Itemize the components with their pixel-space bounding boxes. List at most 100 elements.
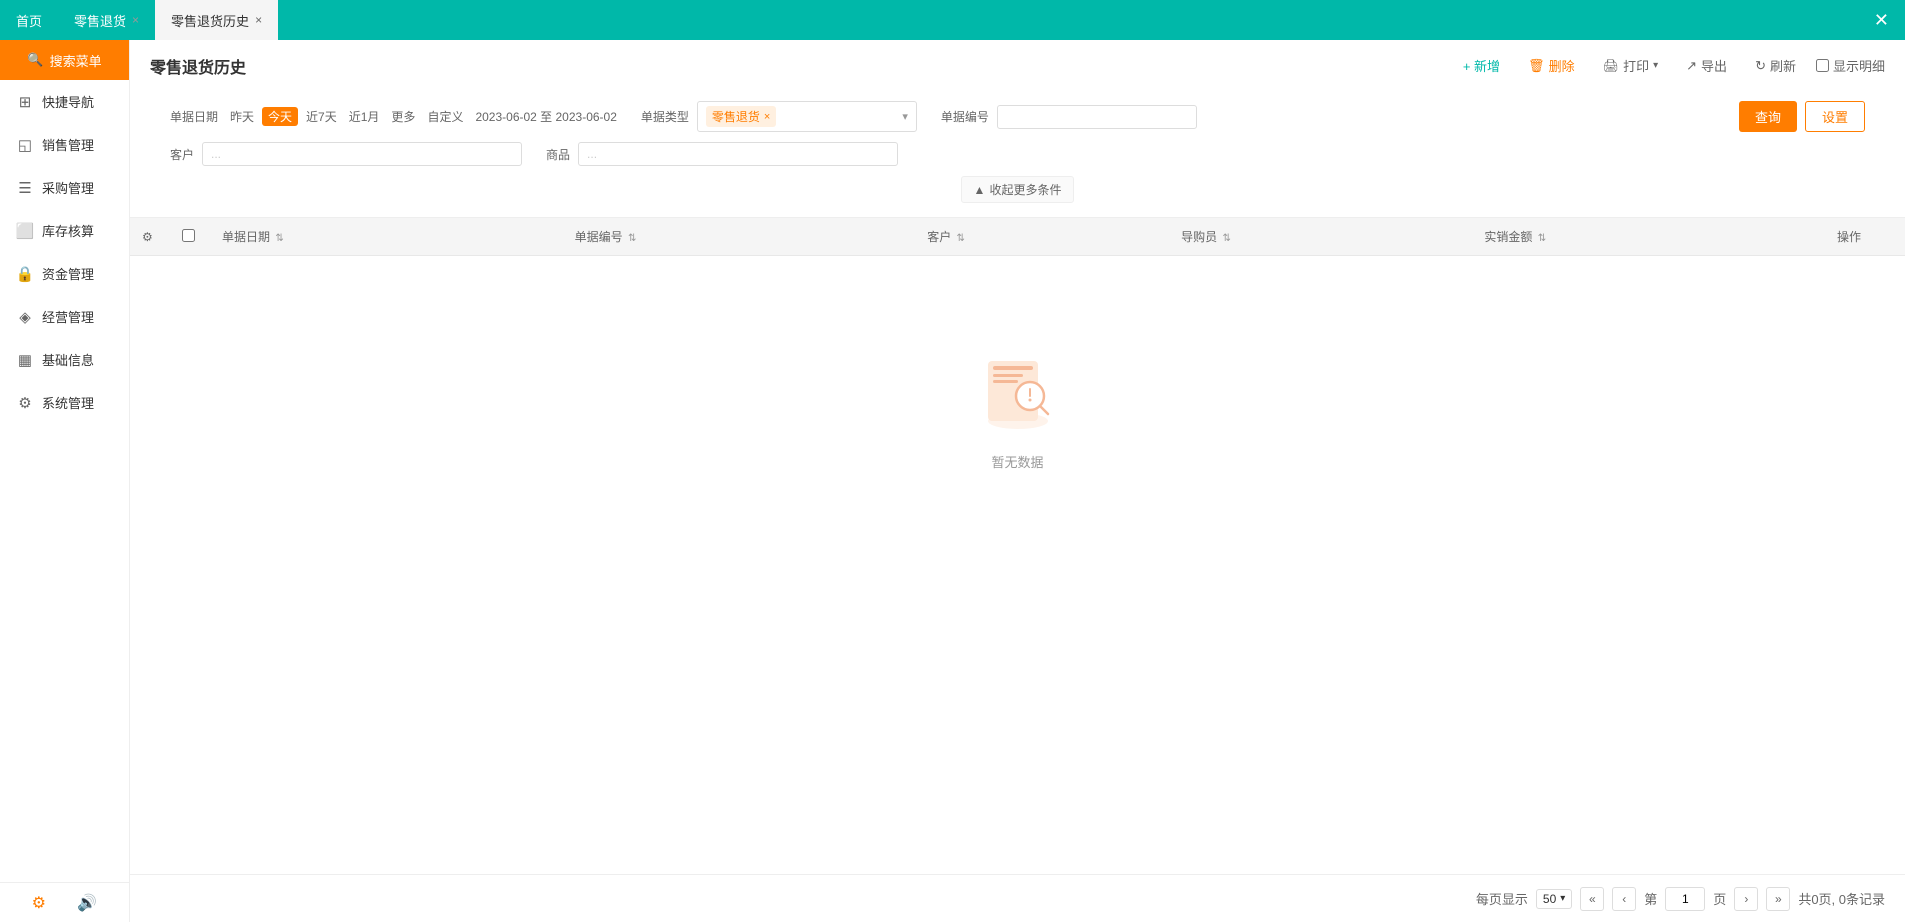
sidebar-item-label-inventory: 库存核算 bbox=[42, 221, 94, 240]
tab-retail-return[interactable]: 零售退货 × bbox=[58, 0, 155, 40]
tab-home-label: 首页 bbox=[16, 11, 42, 30]
page-size-value: 50 bbox=[1543, 892, 1556, 906]
empty-state: 暂无数据 bbox=[130, 256, 1905, 551]
goods-placeholder: ... bbox=[587, 147, 597, 161]
quick-nav-icon: ⊞ bbox=[16, 93, 34, 111]
th-amount[interactable]: 实销金额 ⇅ bbox=[1472, 218, 1825, 256]
empty-state-text: 暂无数据 bbox=[991, 452, 1043, 471]
collapse-icon: ▲ bbox=[974, 183, 986, 197]
th-amount-label: 实销金额 bbox=[1484, 230, 1532, 244]
sidebar-item-purchase[interactable]: ☰ 采购管理 bbox=[0, 166, 129, 209]
sort-doc-date-icon: ⇅ bbox=[275, 233, 283, 244]
sidebar-item-sales[interactable]: ◱ 销售管理 bbox=[0, 123, 129, 166]
th-checkbox[interactable] bbox=[170, 218, 210, 256]
prev-page-button[interactable]: ‹ bbox=[1612, 887, 1636, 911]
sidebar-item-operations[interactable]: ◈ 经营管理 bbox=[0, 295, 129, 338]
filter-actions-row: ▲ 收起更多条件 bbox=[170, 176, 1865, 203]
tab-home[interactable]: 首页 bbox=[0, 0, 58, 40]
window-close-button[interactable]: ✕ bbox=[1858, 0, 1905, 40]
shortcut-last7[interactable]: 近7天 bbox=[302, 107, 341, 126]
sidebar-item-label-purchase: 采购管理 bbox=[42, 178, 94, 197]
th-customer-label: 客户 bbox=[927, 230, 951, 244]
refresh-icon: ↻ bbox=[1755, 58, 1766, 74]
shortcut-yesterday[interactable]: 昨天 bbox=[226, 107, 258, 126]
delete-button[interactable]: 🗑 删除 bbox=[1520, 52, 1583, 79]
show-detail-label: 显示明细 bbox=[1833, 56, 1885, 75]
page-number-input[interactable] bbox=[1665, 887, 1705, 911]
th-guide-label: 导购员 bbox=[1181, 230, 1217, 244]
doc-type-tag-value: 零售退货 bbox=[712, 108, 760, 125]
new-button[interactable]: + 新增 bbox=[1455, 52, 1508, 79]
delete-icon: 🗑 bbox=[1528, 58, 1545, 74]
prev-page-icon: ‹ bbox=[1622, 892, 1626, 906]
refresh-button[interactable]: ↻ 刷新 bbox=[1747, 52, 1804, 79]
sidebar-item-basic-info[interactable]: ▦ 基础信息 bbox=[0, 338, 129, 381]
table-settings-icon[interactable]: ⚙ bbox=[142, 230, 153, 244]
doc-type-chevron-icon: ▾ bbox=[902, 110, 908, 123]
sidebar-search[interactable]: 🔍 搜索菜单 bbox=[0, 40, 129, 80]
th-doc-date[interactable]: 单据日期 ⇅ bbox=[210, 218, 563, 256]
main-layout: 🔍 搜索菜单 ⊞ 快捷导航 ◱ 销售管理 ☰ 采购管理 ⬜ 库存核算 🔒 资金 bbox=[0, 40, 1905, 922]
sidebar-item-inventory[interactable]: ⬜ 库存核算 bbox=[0, 209, 129, 252]
goods-select[interactable]: ... bbox=[578, 142, 898, 166]
customer-select[interactable]: ... bbox=[202, 142, 522, 166]
export-button[interactable]: ↗ 导出 bbox=[1678, 52, 1735, 79]
page-title-row: 零售退货历史 + 新增 🗑 删除 🖨 打印 ▾ ↗ bbox=[150, 52, 1885, 79]
setting-button[interactable]: 设置 bbox=[1805, 101, 1865, 132]
page-size-label: 每页显示 bbox=[1476, 889, 1528, 908]
th-doc-no[interactable]: 单据编号 ⇅ bbox=[563, 218, 916, 256]
tab-retail-return-history[interactable]: 零售退货历史 × bbox=[155, 0, 278, 40]
select-all-checkbox[interactable] bbox=[182, 229, 195, 242]
go-to-label: 第 bbox=[1644, 889, 1657, 908]
shortcut-today[interactable]: 今天 bbox=[262, 107, 298, 126]
doc-type-tag-close[interactable]: × bbox=[764, 111, 770, 123]
th-customer[interactable]: 客户 ⇅ bbox=[915, 218, 1169, 256]
tab-retail-return-history-close[interactable]: × bbox=[255, 13, 262, 27]
sidebar-item-label-basic-info: 基础信息 bbox=[42, 350, 94, 369]
shortcut-custom[interactable]: 自定义 bbox=[423, 107, 467, 126]
page-size-select[interactable]: 50 ▾ bbox=[1536, 889, 1572, 909]
query-button[interactable]: 查询 bbox=[1739, 101, 1797, 132]
sidebar-item-system[interactable]: ⚙ 系统管理 bbox=[0, 381, 129, 424]
next-page-icon: › bbox=[1744, 892, 1748, 906]
tab-retail-return-history-label: 零售退货历史 bbox=[171, 11, 249, 30]
sort-guide-icon: ⇅ bbox=[1222, 233, 1230, 244]
page-title: 零售退货历史 bbox=[150, 54, 246, 78]
show-detail-checkbox[interactable] bbox=[1816, 59, 1829, 72]
sort-doc-no-icon: ⇅ bbox=[628, 233, 636, 244]
tab-retail-return-label: 零售退货 bbox=[74, 11, 126, 30]
last-page-button[interactable]: » bbox=[1766, 887, 1790, 911]
doc-type-tag: 零售退货 × bbox=[706, 106, 776, 127]
th-doc-no-label: 单据编号 bbox=[575, 230, 623, 244]
first-page-icon: « bbox=[1589, 892, 1596, 906]
collapse-button[interactable]: ▲ 收起更多条件 bbox=[961, 176, 1075, 203]
show-detail-checkbox-group[interactable]: 显示明细 bbox=[1816, 56, 1885, 75]
system-icon: ⚙ bbox=[16, 394, 34, 412]
sort-amount-icon: ⇅ bbox=[1538, 233, 1546, 244]
print-button[interactable]: 🖨 打印 ▾ bbox=[1595, 52, 1667, 79]
next-page-button[interactable]: › bbox=[1734, 887, 1758, 911]
shortcut-last1m[interactable]: 近1月 bbox=[345, 107, 384, 126]
last-page-icon: » bbox=[1775, 892, 1782, 906]
doc-type-select[interactable]: 零售退货 × ▾ bbox=[697, 101, 917, 132]
export-icon: ↗ bbox=[1686, 58, 1697, 74]
sidebar-item-finance[interactable]: 🔒 资金管理 bbox=[0, 252, 129, 295]
page-header: 零售退货历史 + 新增 🗑 删除 🖨 打印 ▾ ↗ bbox=[130, 40, 1905, 218]
inventory-icon: ⬜ bbox=[16, 222, 34, 240]
th-op: 操作 bbox=[1825, 218, 1905, 256]
tab-retail-return-close[interactable]: × bbox=[132, 13, 139, 27]
first-page-button[interactable]: « bbox=[1580, 887, 1604, 911]
sidebar-settings-icon[interactable]: ⚙ bbox=[32, 893, 46, 913]
th-settings[interactable]: ⚙ bbox=[130, 218, 170, 256]
sidebar-volume-icon[interactable]: 🔊 bbox=[77, 893, 97, 913]
date-shortcuts: 昨天 今天 近7天 近1月 更多 自定义 bbox=[226, 107, 467, 126]
table-header-row: ⚙ 单据日期 ⇅ 单据编号 ⇅ bbox=[130, 218, 1905, 256]
sidebar-item-quick-nav[interactable]: ⊞ 快捷导航 bbox=[0, 80, 129, 123]
shortcut-more[interactable]: 更多 bbox=[387, 107, 419, 126]
total-text: 共0页, 0条记录 bbox=[1798, 889, 1885, 908]
th-guide[interactable]: 导购员 ⇅ bbox=[1169, 218, 1472, 256]
sidebar-item-label-sales: 销售管理 bbox=[42, 135, 94, 154]
filter-area: 单据日期 昨天 今天 近7天 近1月 更多 自定义 2023-06-02 至 2… bbox=[150, 91, 1885, 217]
operations-icon: ◈ bbox=[16, 308, 34, 326]
doc-no-input[interactable] bbox=[997, 105, 1197, 129]
